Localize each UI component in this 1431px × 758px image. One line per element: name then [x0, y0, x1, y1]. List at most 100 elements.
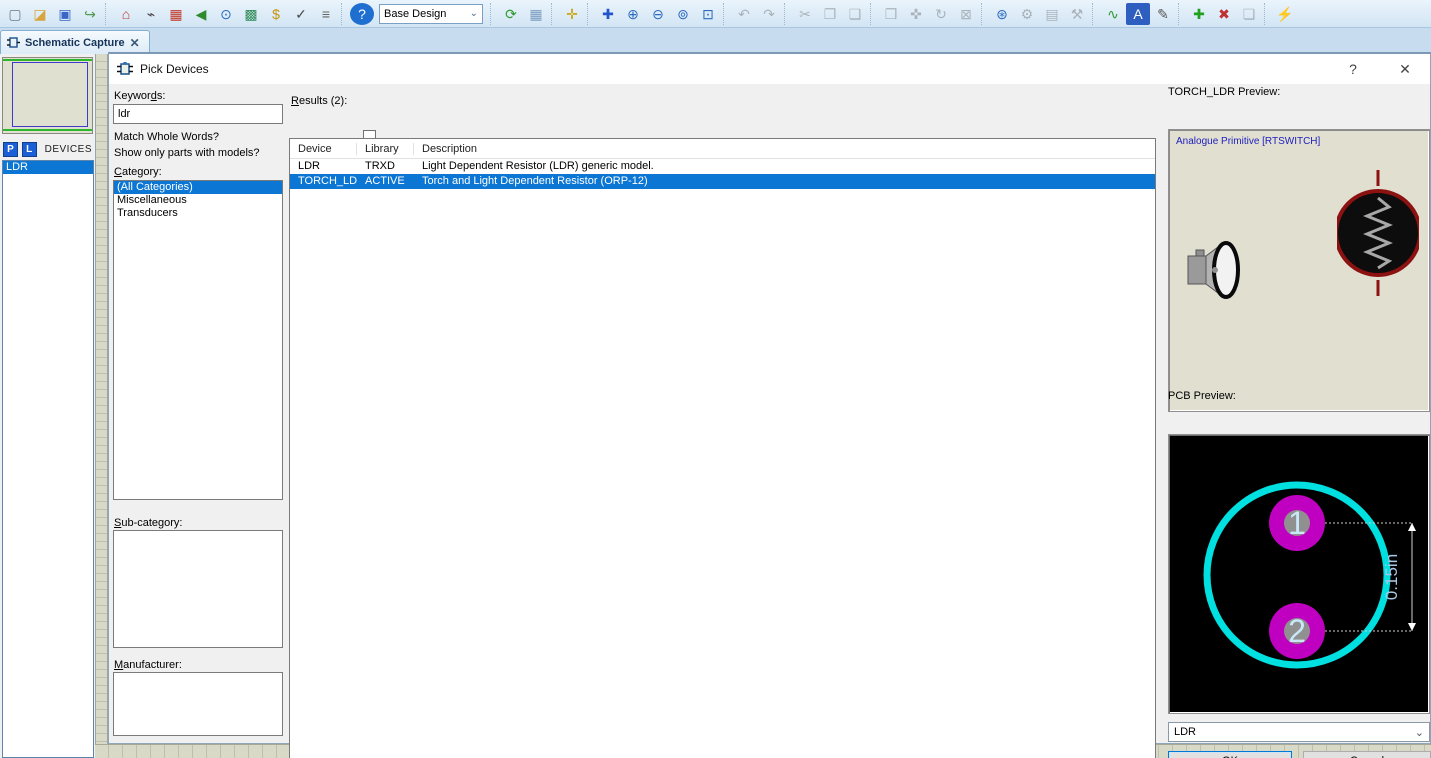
toolbar-separator	[587, 2, 593, 25]
design-selector-dropdown[interactable]: Base Design ⌄	[379, 3, 483, 24]
board-3d-icon[interactable]: ▩	[239, 3, 263, 25]
import-icon[interactable]: ↪	[78, 3, 102, 25]
packaging-tool-icon[interactable]: ▤	[1040, 3, 1064, 25]
schematic-overview-pane[interactable]	[2, 57, 93, 134]
overview-green-line	[3, 59, 92, 61]
redo-icon[interactable]: ↷	[757, 3, 781, 25]
bill-of-materials-icon[interactable]: $	[264, 3, 288, 25]
svg-text:2: 2	[1288, 613, 1306, 649]
toolbar-separator	[723, 2, 729, 25]
match-whole-words-label: Match Whole Words?	[114, 131, 219, 143]
refresh-icon[interactable]: ⟳	[499, 3, 523, 25]
grid-toggle-icon[interactable]: ▦	[524, 3, 548, 25]
block-delete-icon[interactable]: ⊠	[954, 3, 978, 25]
goto-sheet-icon[interactable]: ◀	[189, 3, 213, 25]
keywords-input[interactable]	[113, 104, 283, 124]
new-file-icon[interactable]: ▢	[3, 3, 27, 25]
pick-devices-icon	[117, 62, 133, 75]
pcb-layout-icon[interactable]: ▦	[164, 3, 188, 25]
category-list-item[interactable]: Miscellaneous	[114, 194, 282, 207]
dialog-title-bar[interactable]: Pick Devices	[109, 54, 1430, 84]
toolbar-separator	[105, 2, 111, 25]
tab-label: Schematic Capture	[25, 36, 125, 49]
results-table-row[interactable]: LDR TRXD Light Dependent Resistor (LDR) …	[290, 159, 1155, 174]
selector-toolbar: P L DEVICES	[0, 138, 95, 160]
column-header-device[interactable]: Device	[290, 142, 357, 155]
main-toolbar: ▢ ◪ ▣ ↪ ⌂ ⌁ ▦ ◀ ⊙ ▩ $ ✓ ≡? Base Design ⌄ ⟳ ▦ ✛ ✚ ⊕ ⊖ ⊚ ⊡ ↶ ↷ ✂…	[0, 0, 1431, 28]
schematic-edge-ruler	[95, 54, 108, 744]
subcategory-list[interactable]	[113, 530, 283, 648]
search-tag-icon[interactable]: A	[1126, 2, 1150, 25]
paste-icon[interactable]: ❑	[843, 3, 867, 25]
category-list-item[interactable]: Transducers	[114, 207, 282, 220]
device-list-item[interactable]: LDR	[3, 161, 93, 174]
simulate-icon[interactable]: ⚡	[1273, 3, 1297, 25]
results-table-row[interactable]: TORCH_LDR ACTIVE Torch and Light Depende…	[290, 174, 1155, 189]
pick-parts-button[interactable]: P	[3, 141, 18, 157]
ldr-symbol	[1337, 170, 1419, 296]
chevron-down-icon: ⌄	[1414, 726, 1424, 739]
origin-icon[interactable]: ✛	[560, 3, 584, 25]
zoom-area-icon[interactable]: ⊡	[696, 3, 720, 25]
results-table[interactable]: Device Library Description LDR TRXD Ligh…	[289, 138, 1156, 758]
pick-device-icon[interactable]: ⊛	[990, 3, 1014, 25]
property-assignment-icon[interactable]: ✎	[1151, 3, 1175, 25]
pcb-footprint-drawing: 1 2 0.15in	[1203, 481, 1416, 669]
results-label: Results (2):	[291, 95, 348, 107]
pick-devices-dialog: Pick Devices ? ✕ Keywords: Match Whole W…	[108, 52, 1431, 758]
remove-sheet-icon[interactable]: ✖	[1212, 3, 1236, 25]
dialog-body: Keywords: Match Whole Words? Show only p…	[109, 84, 1431, 758]
tab-close-icon[interactable]: ✕	[130, 36, 140, 50]
save-icon[interactable]: ▣	[53, 3, 77, 25]
toolbar-separator	[1092, 2, 1098, 25]
svg-text:1: 1	[1288, 505, 1306, 541]
wire-autorouter-icon[interactable]: ∿	[1101, 3, 1125, 25]
zoom-extents-icon[interactable]: ⊚	[671, 3, 695, 25]
component-mode-icon[interactable]: ⌁	[139, 3, 163, 25]
library-manager-button[interactable]: L	[21, 141, 37, 157]
schematic-preview-label: TORCH_LDR Preview:	[1168, 86, 1281, 98]
category-list-item[interactable]: (All Categories)	[114, 181, 282, 194]
footprint-value: LDR	[1174, 726, 1197, 738]
decompose-icon[interactable]: ⚒	[1065, 3, 1089, 25]
new-sheet-icon[interactable]: ✚	[1187, 3, 1211, 25]
pcb-preview-label: PCB Preview:	[1168, 390, 1236, 402]
schematic-tab-icon	[7, 37, 20, 48]
undo-icon[interactable]: ↶	[732, 3, 756, 25]
pan-icon[interactable]: ✚	[596, 3, 620, 25]
netlist-icon[interactable]: ≡	[314, 3, 338, 25]
tab-schematic-capture[interactable]: Schematic Capture ✕	[0, 30, 150, 54]
schematic-preview-pane: Analogue Primitive [RTSWITCH]	[1168, 129, 1430, 412]
keywords-label: Keywords:	[114, 90, 166, 102]
category-list[interactable]: (All Categories) Miscellaneous Transducers	[113, 180, 283, 500]
toolbar-separator	[1264, 2, 1270, 25]
cancel-button[interactable]: Cancel	[1303, 751, 1431, 758]
toolbar-separator	[981, 2, 987, 25]
block-move-icon[interactable]: ✜	[904, 3, 928, 25]
toolbar-separator	[784, 2, 790, 25]
find-part-icon[interactable]: ⊙	[214, 3, 238, 25]
device-list[interactable]: LDR	[2, 160, 94, 758]
erc-report-icon[interactable]: ✓	[289, 3, 313, 25]
zoom-in-icon[interactable]: ⊕	[621, 3, 645, 25]
make-device-icon[interactable]: ⚙	[1015, 3, 1039, 25]
block-copy-icon[interactable]: ❒	[879, 3, 903, 25]
dialog-close-button[interactable]: ✕	[1390, 59, 1420, 79]
column-header-library[interactable]: Library	[357, 142, 414, 155]
show-only-models-label: Show only parts with models?	[114, 147, 260, 159]
column-header-description[interactable]: Description	[414, 143, 1155, 155]
cut-icon[interactable]: ✂	[793, 3, 817, 25]
subcategory-label: Sub-category:	[114, 517, 183, 529]
results-header-row[interactable]: Device Library Description	[290, 139, 1155, 159]
help-icon[interactable]: ?	[350, 2, 374, 25]
home-icon[interactable]: ⌂	[114, 3, 138, 25]
goto-parent-icon[interactable]: ❏	[1237, 3, 1261, 25]
footprint-dropdown[interactable]: LDR ⌄	[1168, 722, 1430, 742]
dialog-help-button[interactable]: ?	[1338, 59, 1368, 79]
open-folder-icon[interactable]: ◪	[28, 3, 52, 25]
manufacturer-list[interactable]	[113, 672, 283, 736]
ok-button[interactable]: OK	[1168, 751, 1292, 758]
block-rotate-icon[interactable]: ↻	[929, 3, 953, 25]
copy-icon[interactable]: ❐	[818, 3, 842, 25]
zoom-out-icon[interactable]: ⊖	[646, 3, 670, 25]
